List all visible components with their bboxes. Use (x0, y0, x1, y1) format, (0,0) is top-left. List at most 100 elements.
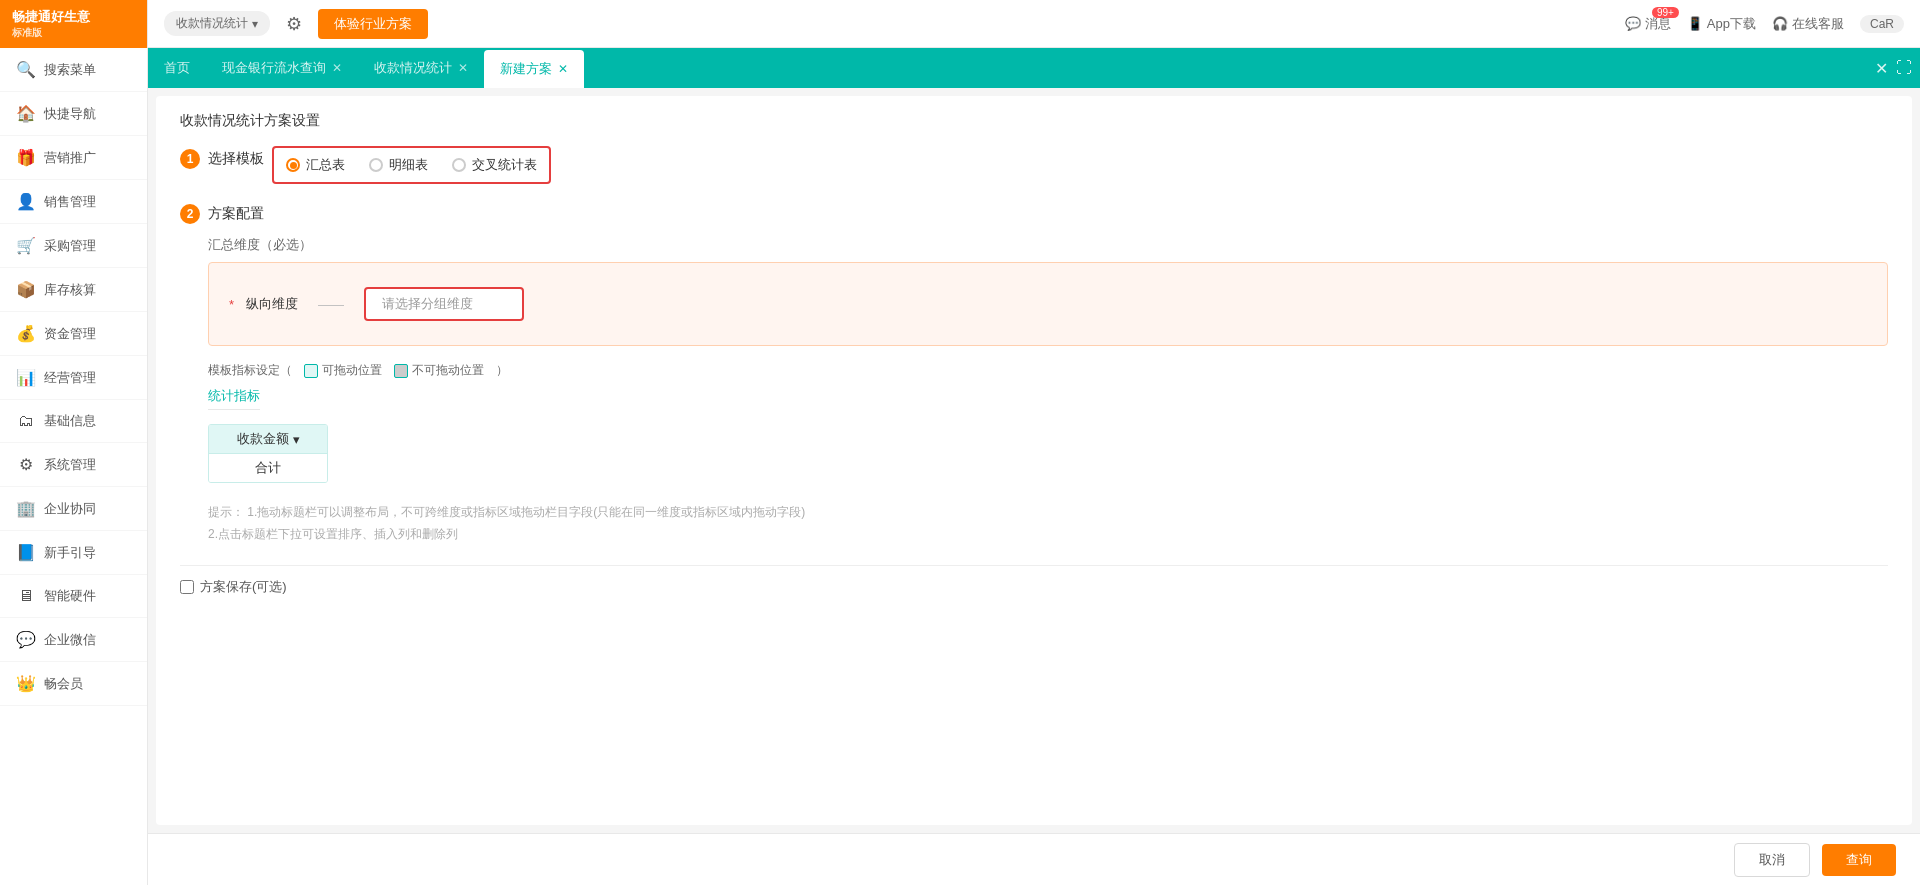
breadcrumb: 收款情况统计 ▾ (164, 11, 270, 36)
sidebar-item-operations[interactable]: 📊 经营管理 (0, 356, 147, 400)
template-radio-group: 汇总表 明细表 交叉统计表 (272, 146, 551, 184)
step2-title: 方案配置 (208, 205, 264, 223)
messages-button[interactable]: 💬 消息 99+ (1625, 15, 1671, 33)
tab-home[interactable]: 首页 (148, 48, 206, 88)
hint-1: 提示： 1.拖动标题栏可以调整布局，不可跨维度或指标区域拖动栏目字段(只能在同一… (208, 502, 1888, 524)
draggable-indicator: 可拖动位置 (304, 362, 382, 379)
query-button[interactable]: 查询 (1822, 844, 1896, 876)
sidebar-item-member[interactable]: 👑 畅会员 (0, 662, 147, 706)
vertical-dim-label: 纵向维度 (246, 295, 298, 313)
cancel-button[interactable]: 取消 (1734, 843, 1810, 877)
hint-section: 提示： 1.拖动标题栏可以调整布局，不可跨维度或指标区域拖动栏目字段(只能在同一… (208, 502, 1888, 545)
radio-detail-label: 明细表 (389, 156, 428, 174)
metrics-label-row: 模板指标设定（ 可拖动位置 不可拖动位置 ） (208, 362, 1888, 379)
sidebar-item-guide[interactable]: 📘 新手引导 (0, 531, 147, 575)
sidebar-item-label: 营销推广 (44, 149, 96, 167)
dimension-area: * 纵向维度 —— 请选择分组维度 (208, 262, 1888, 346)
sidebar-item-inventory[interactable]: 📦 库存核算 (0, 268, 147, 312)
tab-bank-flow[interactable]: 现金银行流水查询 ✕ (206, 48, 358, 88)
config-content: 汇总维度（必选） * 纵向维度 —— 请选择分组维度 模板指标设定（ (208, 236, 1888, 545)
sidebar-item-smart-hw[interactable]: 🖥 智能硬件 (0, 575, 147, 618)
chat-icon: 💬 (16, 630, 36, 649)
tab-expand-icon[interactable]: ⛶ (1896, 59, 1912, 77)
step1-num: 1 (180, 149, 200, 169)
monitor-icon: 🖥 (16, 587, 36, 605)
tab-home-label: 首页 (164, 59, 190, 77)
radio-summary[interactable]: 汇总表 (286, 156, 345, 174)
metrics-table-head: 收款金额 ▾ (209, 425, 327, 453)
sidebar-item-marketing[interactable]: 🎁 营销推广 (0, 136, 147, 180)
step2-section: 2 方案配置 汇总维度（必选） * 纵向维度 —— 请选择分组维度 (180, 204, 1888, 545)
industry-plan-button[interactable]: 体验行业方案 (318, 9, 428, 39)
breadcrumb-text: 收款情况统计 (176, 15, 248, 32)
sidebar-item-wechat[interactable]: 💬 企业微信 (0, 618, 147, 662)
radio-cross-label: 交叉统计表 (472, 156, 537, 174)
tab-bank-flow-close[interactable]: ✕ (332, 61, 342, 75)
sidebar-item-label: 销售管理 (44, 193, 96, 211)
metrics-tag[interactable]: 收款金额 ▾ (209, 425, 327, 453)
home-icon: 🏠 (16, 104, 36, 123)
radio-cross[interactable]: 交叉统计表 (452, 156, 537, 174)
draggable-box (304, 364, 318, 378)
metrics-section-label: 统计指标 (208, 387, 260, 410)
top-header: 收款情况统计 ▾ ⚙ 体验行业方案 💬 消息 99+ 📱 App下载 🎧 在线客… (148, 0, 1920, 48)
tab-close-all-icon[interactable]: ✕ (1875, 59, 1888, 78)
sidebar-item-search-menu[interactable]: 🔍 搜索菜单 (0, 48, 147, 92)
logo-name: 畅捷通好生意 (12, 8, 90, 26)
box-icon: 📦 (16, 280, 36, 299)
tab-bar: 首页 现金银行流水查询 ✕ 收款情况统计 ✕ 新建方案 ✕ ✕ ⛶ (148, 48, 1920, 88)
building-icon: 🏢 (16, 499, 36, 518)
sidebar-item-label: 资金管理 (44, 325, 96, 343)
step2-num: 2 (180, 204, 200, 224)
search-menu-icon: 🔍 (16, 60, 36, 79)
sidebar-logo: 畅捷通好生意 标准版 (0, 0, 147, 48)
radio-detail[interactable]: 明细表 (369, 156, 428, 174)
metrics-config-close: ） (496, 362, 508, 379)
arrow-separator: —— (318, 297, 344, 312)
sidebar-item-system[interactable]: ⚙ 系统管理 (0, 443, 147, 487)
content-area: 收款情况统计方案设置 1 选择模板 汇总表 (148, 88, 1920, 885)
page-title: 收款情况统计方案设置 (180, 112, 1888, 130)
radio-detail-circle (369, 158, 383, 172)
sidebar-item-purchase[interactable]: 🛒 采购管理 (0, 224, 147, 268)
draggable-label: 可拖动位置 (322, 362, 382, 379)
save-section: 方案保存(可选) (180, 565, 1888, 596)
collection-amount-table: 收款金额 ▾ 合计 (208, 424, 328, 483)
gear-icon: ⚙ (16, 455, 36, 474)
metrics-tag-label: 收款金额 (237, 430, 289, 448)
support-icon: 🎧 (1772, 16, 1788, 31)
tab-right-buttons: ✕ ⛶ (1875, 59, 1920, 78)
hint-2: 2.点击标题栏下拉可设置排序、插入列和删除列 (208, 524, 1888, 546)
tab-new-plan[interactable]: 新建方案 ✕ (484, 50, 584, 88)
folder-icon: 🗂 (16, 412, 36, 430)
sidebar: 畅捷通好生意 标准版 🔍 搜索菜单 🏠 快捷导航 🎁 营销推广 👤 销售管理 🛒… (0, 0, 148, 885)
metrics-table-area: 统计指标 收款金额 ▾ (208, 387, 1888, 486)
save-checkbox[interactable] (180, 580, 194, 594)
settings-icon[interactable]: ⚙ (286, 13, 302, 35)
sidebar-item-label: 企业微信 (44, 631, 96, 649)
crown-icon: 👑 (16, 674, 36, 693)
tab-new-plan-close[interactable]: ✕ (558, 62, 568, 76)
footer: 取消 查询 (148, 833, 1920, 885)
sidebar-item-sales[interactable]: 👤 销售管理 (0, 180, 147, 224)
tab-collection-stat[interactable]: 收款情况统计 ✕ (358, 48, 484, 88)
sidebar-item-label: 基础信息 (44, 412, 96, 430)
step1-header: 1 选择模板 (180, 149, 264, 169)
sidebar-item-finance[interactable]: 💰 资金管理 (0, 312, 147, 356)
sidebar-item-label: 采购管理 (44, 237, 96, 255)
person-icon: 👤 (16, 192, 36, 211)
step1-title: 选择模板 (208, 150, 264, 168)
tab-new-plan-label: 新建方案 (500, 60, 552, 78)
sidebar-item-quick-nav[interactable]: 🏠 快捷导航 (0, 92, 147, 136)
online-support-button[interactable]: 🎧 在线客服 (1772, 15, 1844, 33)
app-download-button[interactable]: 📱 App下载 (1687, 15, 1756, 33)
logo-badge: 标准版 (12, 26, 90, 40)
sidebar-item-basic-info[interactable]: 🗂 基础信息 (0, 400, 147, 443)
tab-collection-stat-close[interactable]: ✕ (458, 61, 468, 75)
sidebar-item-label: 搜索菜单 (44, 61, 96, 79)
dimension-select[interactable]: 请选择分组维度 (364, 287, 524, 321)
metrics-config: 模板指标设定（ 可拖动位置 不可拖动位置 ） (208, 362, 1888, 486)
sidebar-item-enterprise[interactable]: 🏢 企业协同 (0, 487, 147, 531)
message-icon: 💬 (1625, 16, 1641, 31)
user-avatar[interactable]: CaR (1860, 15, 1904, 33)
